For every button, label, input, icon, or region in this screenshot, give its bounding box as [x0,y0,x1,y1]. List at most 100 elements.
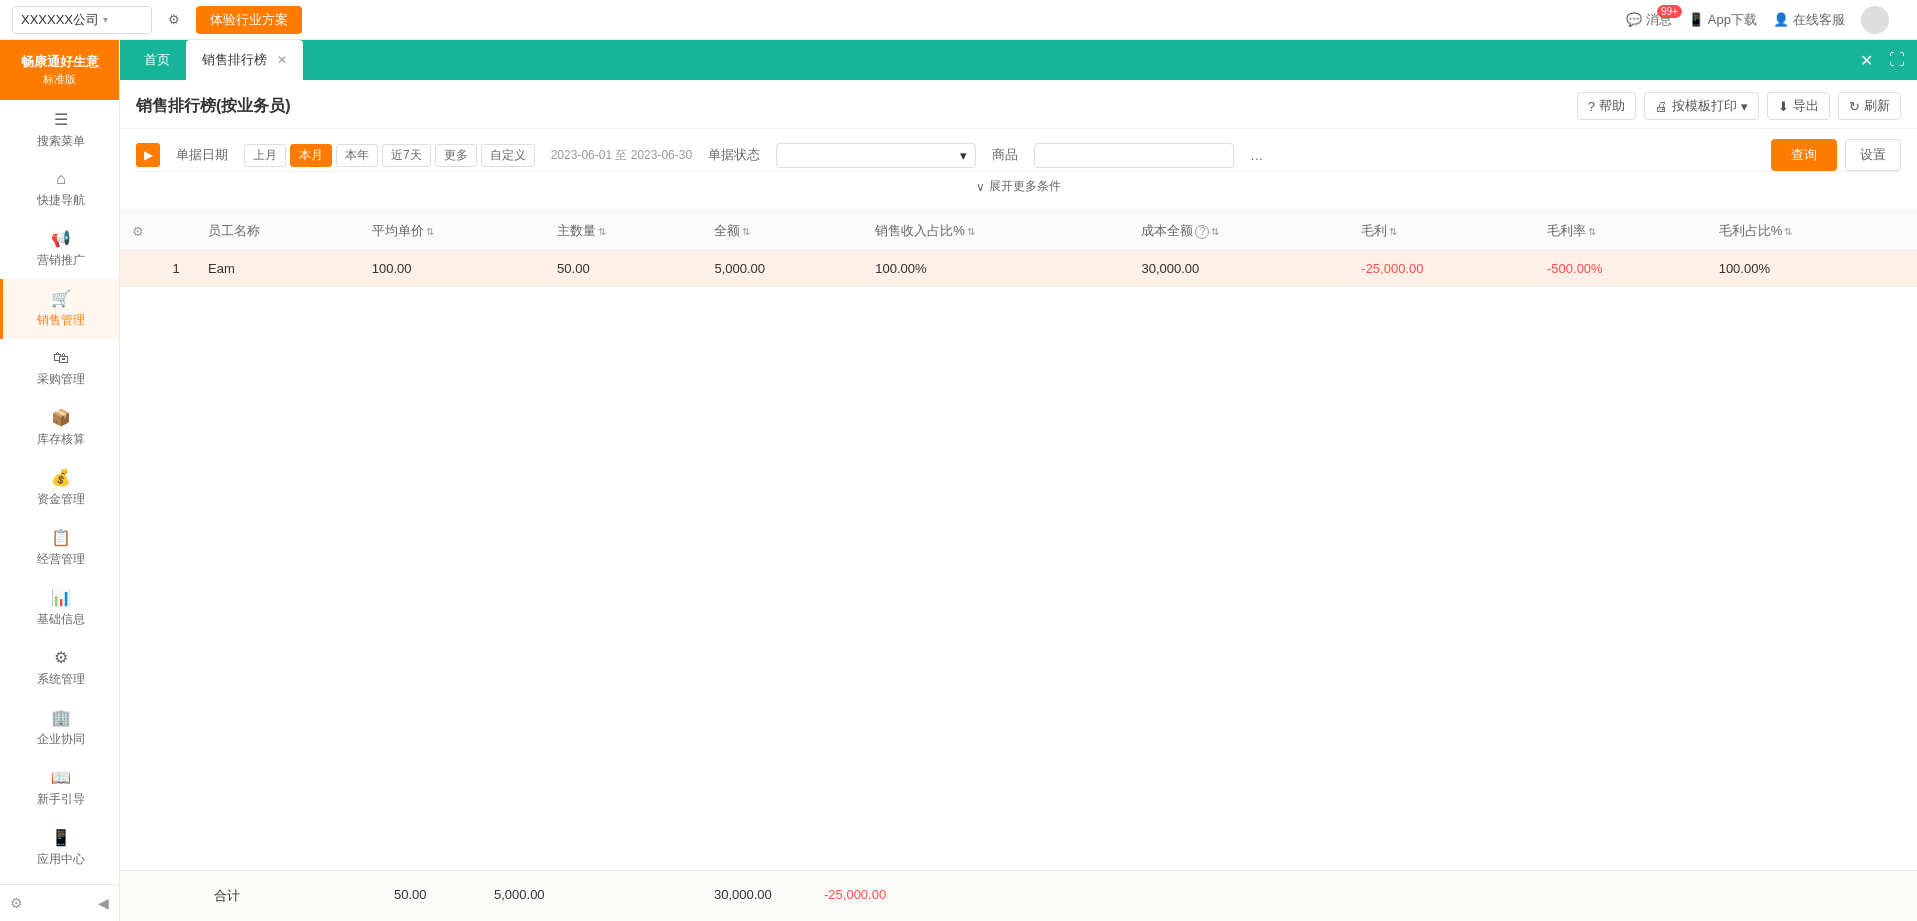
page-actions: ? 帮助 🖨 按模板打印 ▾ ⬇ 导出 ↻ 刷新 [1577,92,1901,120]
tab-sales-ranking[interactable]: 销售排行榜 ✕ [186,40,303,80]
row-sales-ratio: 100.00% [863,251,1129,287]
date-last-month-btn[interactable]: 上月 [244,144,286,167]
logo-text: 畅康通好生意 [21,53,99,71]
sort-gross-icon[interactable]: ⇅ [1389,226,1397,237]
cost-help-icon[interactable]: ? [1195,225,1209,239]
sidebar-item-sales[interactable]: 🛒 销售管理 [0,279,119,339]
footer-qty: 50.00 [382,881,482,911]
message-button[interactable]: 💬 消息 99+ [1626,11,1672,29]
sidebar-item-label: 快捷导航 [37,192,85,209]
sort-amount-icon[interactable]: ⇅ [742,226,750,237]
filter-toggle-button[interactable]: ▶ [136,143,160,167]
filter-area: ▶ 单据日期 上月 本月 本年 近7天 更多 自定义 2023-06-01 至 … [120,129,1917,212]
trial-button[interactable]: 体验行业方案 [196,6,302,34]
online-service-label: 在线客服 [1793,11,1845,29]
chevron-down-print-icon: ▾ [1741,99,1748,114]
col-avg-price: 平均单价⇅ [360,212,545,251]
company-name: XXXXXX公司 [21,11,99,29]
help-button[interactable]: ? 帮助 [1577,92,1636,120]
sort-avg-price-icon[interactable]: ⇅ [426,226,434,237]
tab-expand-icon[interactable]: ⛶ [1885,47,1909,74]
col-qty: 主数量⇅ [545,212,702,251]
col-sales-ratio: 销售收入占比%⇅ [863,212,1129,251]
col-settings[interactable]: ⚙ [120,212,156,251]
sidebar-item-marketing[interactable]: 📢 营销推广 [0,219,119,279]
sidebar-item-enterprise[interactable]: 🏢 企业协同 [0,698,119,758]
date-more-btn[interactable]: 更多 [435,144,477,167]
sidebar-item-app-center[interactable]: 📱 应用中心 [0,818,119,878]
logo-sub: 标准版 [43,72,76,87]
tab-close-icon[interactable]: ✕ [277,53,287,67]
table-row[interactable]: 1 Eam 100.00 50.00 5,000.00 100.00% 30,0… [120,251,1917,287]
date-shortcuts: 上月 本月 本年 近7天 更多 自定义 [244,144,535,167]
operation-icon: 📋 [51,528,71,547]
logo-area: 畅康通好生意 标准版 [0,40,119,100]
date-7days-btn[interactable]: 近7天 [382,144,431,167]
print-icon: 🖨 [1655,99,1668,114]
row-gross-rate: -500.00% [1535,251,1707,287]
refresh-label: 刷新 [1864,97,1890,115]
row-qty: 50.00 [545,251,702,287]
sidebar: 畅康通好生意 标准版 ☰ 搜索菜单 ⌂ 快捷导航 📢 营销推广 🛒 销售管理 🛍 [0,40,120,921]
sidebar-item-label: 营销推广 [37,252,85,269]
tab-bar: 首页 销售排行榜 ✕ ✕ ⛶ [120,40,1917,80]
sidebar-item-operation[interactable]: 📋 经营管理 [0,518,119,578]
template-print-button[interactable]: 🖨 按模板打印 ▾ [1644,92,1759,120]
more-filters-btn[interactable]: … [1250,148,1263,163]
export-label: 导出 [1793,97,1819,115]
footer-sales-ratio [582,881,702,911]
footer-row: 合计 50.00 5,000.00 30,000.00 -25,000.00 [132,881,1905,911]
sidebar-item-basic-info[interactable]: 📊 基础信息 [0,578,119,638]
sort-cost-icon[interactable]: ⇅ [1211,226,1219,237]
footer-amount: 5,000.00 [482,881,582,911]
goods-input[interactable] [1034,143,1234,168]
template-print-label: 按模板打印 [1672,97,1737,115]
date-custom-btn[interactable]: 自定义 [481,144,535,167]
sort-qty-icon[interactable]: ⇅ [598,226,606,237]
sidebar-collapse-icon[interactable]: ◀ [98,895,109,911]
sort-gross-rate-icon[interactable]: ⇅ [1588,226,1596,237]
sidebar-item-quick-nav[interactable]: ⌂ 快捷导航 [0,160,119,219]
basic-info-icon: 📊 [51,588,71,607]
tab-home[interactable]: 首页 [128,40,186,80]
col-gross-ratio: 毛利占比%⇅ [1707,212,1917,251]
footer-gross: -25,000.00 [812,881,922,911]
tab-minimize-icon[interactable]: ✕ [1856,47,1877,74]
date-year-btn[interactable]: 本年 [336,144,378,167]
sidebar-item-label: 资金管理 [37,491,85,508]
topbar-settings-button[interactable]: ⚙ [160,6,188,34]
page-title: 销售排行榜(按业务员) [136,96,291,117]
sidebar-item-label: 应用中心 [37,851,85,868]
export-button[interactable]: ⬇ 导出 [1767,92,1830,120]
online-service-button[interactable]: 👤 在线客服 [1773,11,1845,29]
sidebar-item-search-order[interactable]: ☰ 搜索菜单 [0,100,119,160]
row-settings [120,251,156,287]
guide-icon: 📖 [51,768,71,787]
content-area: 首页 销售排行榜 ✕ ✕ ⛶ 销售排行榜(按业务员) ? 帮助 [120,40,1917,921]
chat-icon: 💬 [1626,12,1642,27]
sidebar-item-inventory[interactable]: 📦 库存核算 [0,398,119,458]
query-button[interactable]: 查询 [1771,139,1837,171]
refresh-button[interactable]: ↻ 刷新 [1838,92,1901,120]
page-header: 销售排行榜(按业务员) ? 帮助 🖨 按模板打印 ▾ ⬇ 导出 [120,80,1917,129]
footer-label [132,881,202,911]
date-current-month-btn[interactable]: 本月 [290,144,332,167]
sidebar-item-purchase[interactable]: 🛍 采购管理 [0,339,119,398]
status-select[interactable]: ▾ [776,143,976,168]
date-label: 单据日期 [176,146,228,164]
sidebar-item-system[interactable]: ⚙ 系统管理 [0,638,119,698]
company-selector[interactable]: XXXXXX公司 ▾ [12,6,152,34]
chevron-down-status-icon: ▾ [960,148,967,163]
app-download-button[interactable]: 📱 App下载 [1688,11,1757,29]
sort-sales-ratio-icon[interactable]: ⇅ [967,226,975,237]
sidebar-item-finance[interactable]: 💰 资金管理 [0,458,119,518]
sort-gross-ratio-icon[interactable]: ⇅ [1784,226,1792,237]
user-avatar[interactable] [1861,6,1889,34]
expand-conditions-button[interactable]: ∨ 展开更多条件 [136,171,1901,201]
sidebar-footer-settings-icon[interactable]: ⚙ [10,895,23,911]
help-icon: ? [1588,99,1595,114]
system-icon: ⚙ [54,648,68,667]
sidebar-item-guide[interactable]: 📖 新手引导 [0,758,119,818]
main-layout: 畅康通好生意 标准版 ☰ 搜索菜单 ⌂ 快捷导航 📢 营销推广 🛒 销售管理 🛍 [0,40,1917,921]
settings-button[interactable]: 设置 [1845,139,1901,171]
